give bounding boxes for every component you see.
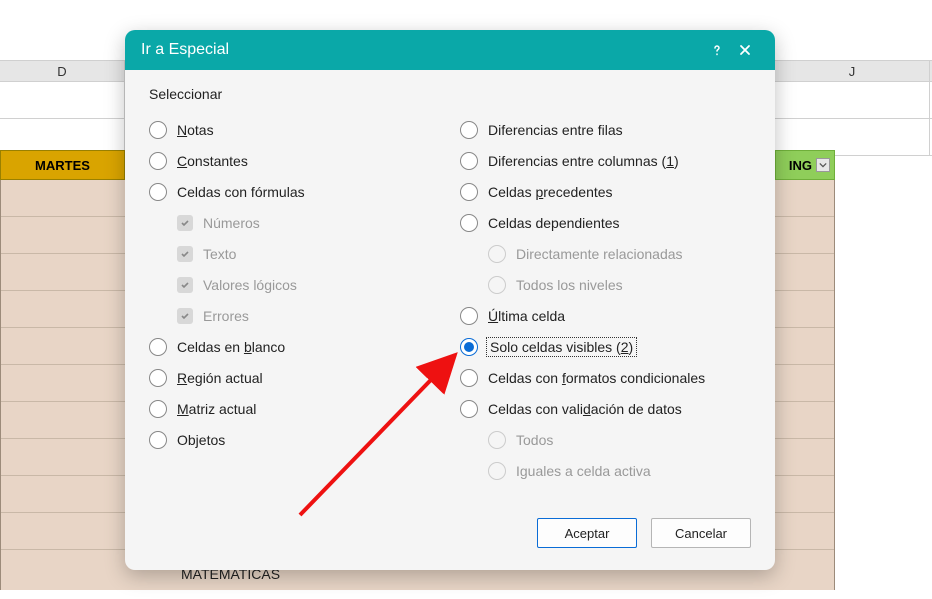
checkbox-numeros: Números xyxy=(149,207,440,238)
radio-sub-todos: Todos xyxy=(460,424,751,455)
radio-validacion[interactable]: Celdas con validación de datos xyxy=(460,393,751,424)
checkbox-icon xyxy=(177,246,193,262)
radio-formulas[interactable]: Celdas con fórmulas xyxy=(149,176,440,207)
radio-icon xyxy=(149,369,167,387)
radio-icon xyxy=(149,338,167,356)
radio-icon xyxy=(149,400,167,418)
go-to-special-dialog: Ir a Especial Seleccionar Notas Constant… xyxy=(125,30,775,570)
radio-dependientes[interactable]: Celdas dependientes xyxy=(460,207,751,238)
dialog-body: Seleccionar Notas Constantes Celdas con … xyxy=(125,70,775,500)
filter-dropdown-icon[interactable] xyxy=(816,158,830,172)
radio-icon xyxy=(149,431,167,449)
cancel-button[interactable]: Cancelar xyxy=(651,518,751,548)
checkbox-icon xyxy=(177,215,193,231)
radio-formatos-cond[interactable]: Celdas con formatos condicionales xyxy=(460,362,751,393)
dialog-title: Ir a Especial xyxy=(141,41,229,59)
radio-icon xyxy=(488,276,506,294)
header-cell-ing[interactable]: ING xyxy=(775,150,835,180)
checkbox-errores: Errores xyxy=(149,300,440,331)
radio-constantes[interactable]: Constantes xyxy=(149,145,440,176)
radio-objetos[interactable]: Objetos xyxy=(149,424,440,455)
radio-icon xyxy=(460,338,478,356)
radio-icon xyxy=(460,307,478,325)
checkbox-texto: Texto xyxy=(149,238,440,269)
radio-sub-directas: Directamente relacionadas xyxy=(460,238,751,269)
checkbox-icon xyxy=(177,277,193,293)
accept-button[interactable]: Aceptar xyxy=(537,518,637,548)
header-cell-martes[interactable]: MARTES xyxy=(0,150,125,180)
group-label-seleccionar: Seleccionar xyxy=(149,86,751,102)
radio-sub-iguales: Iguales a celda activa xyxy=(460,455,751,486)
radio-icon xyxy=(460,369,478,387)
options-right-column: Diferencias entre filas Diferencias entr… xyxy=(460,114,751,486)
radio-icon xyxy=(460,152,478,170)
help-button[interactable] xyxy=(703,36,731,64)
radio-ultima-celda[interactable]: Última celda xyxy=(460,300,751,331)
column-header-D[interactable]: D xyxy=(0,61,125,81)
column-header-J[interactable]: J xyxy=(775,61,930,81)
header-cell-ing-label: ING xyxy=(789,158,812,173)
radio-icon xyxy=(460,214,478,232)
radio-precedentes[interactable]: Celdas precedentes xyxy=(460,176,751,207)
radio-matriz[interactable]: Matriz actual xyxy=(149,393,440,424)
radio-dif-columnas[interactable]: Diferencias entre columnas (1) xyxy=(460,145,751,176)
radio-blanco[interactable]: Celdas en blanco xyxy=(149,331,440,362)
radio-icon xyxy=(460,183,478,201)
close-button[interactable] xyxy=(731,36,759,64)
radio-icon xyxy=(460,400,478,418)
radio-icon xyxy=(488,245,506,263)
radio-dif-filas[interactable]: Diferencias entre filas xyxy=(460,114,751,145)
radio-icon xyxy=(149,183,167,201)
radio-icon xyxy=(149,121,167,139)
options-left-column: Notas Constantes Celdas con fórmulas Núm… xyxy=(149,114,440,486)
dialog-titlebar[interactable]: Ir a Especial xyxy=(125,30,775,70)
radio-visibles[interactable]: Solo celdas visibles (2) xyxy=(460,331,751,362)
radio-icon xyxy=(149,152,167,170)
radio-region[interactable]: Región actual xyxy=(149,362,440,393)
checkbox-logicos: Valores lógicos xyxy=(149,269,440,300)
radio-sub-todos-niveles: Todos los niveles xyxy=(460,269,751,300)
checkbox-icon xyxy=(177,308,193,324)
radio-notas[interactable]: Notas xyxy=(149,114,440,145)
radio-icon xyxy=(488,462,506,480)
radio-icon xyxy=(460,121,478,139)
radio-icon xyxy=(488,431,506,449)
dialog-button-row: Aceptar Cancelar xyxy=(125,500,775,570)
